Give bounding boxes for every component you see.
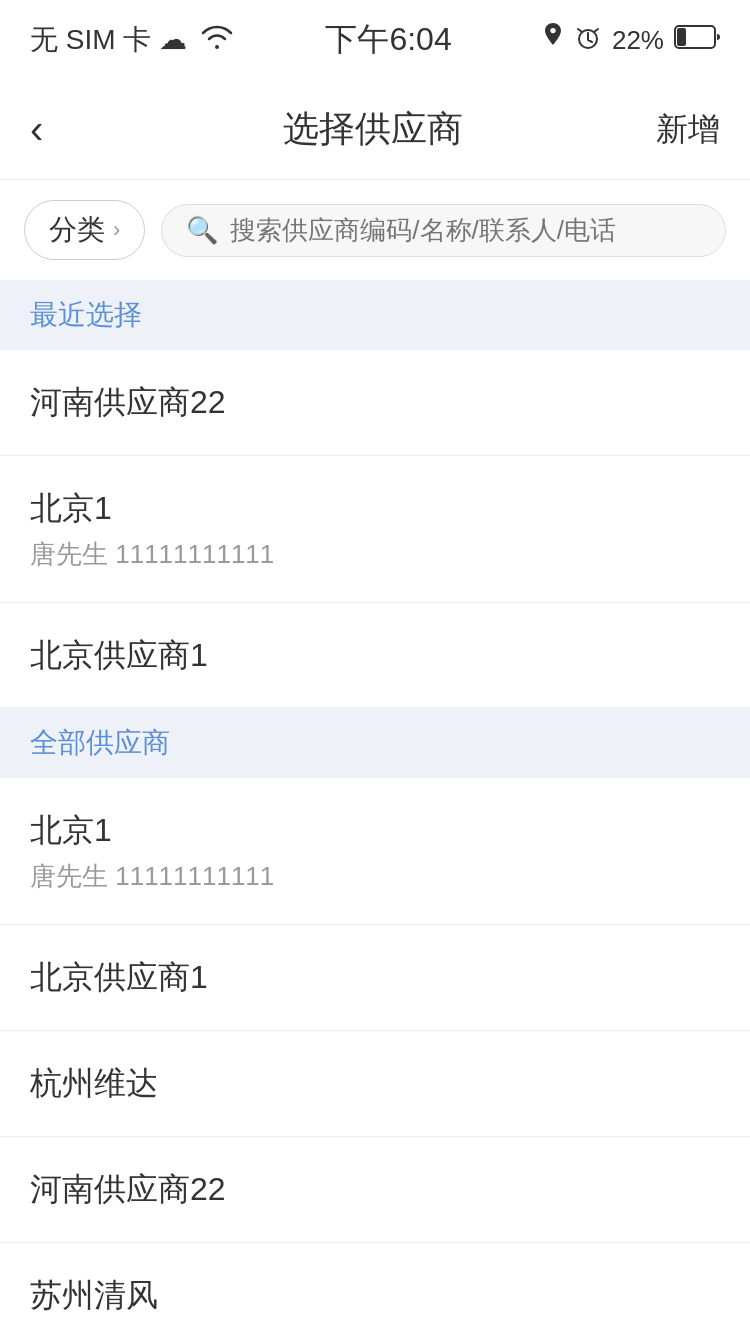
alarm-icon	[574, 23, 602, 58]
nav-bar: ‹ 选择供应商 新增	[0, 80, 750, 180]
search-box[interactable]: 🔍	[161, 204, 726, 257]
status-bar: 无 SIM 卡 ☁ 下午6:04 22%	[0, 0, 750, 80]
status-right: 22%	[542, 23, 720, 58]
list-item[interactable]: 河南供应商22	[0, 1137, 750, 1243]
list-item[interactable]: 北京供应商1	[0, 603, 750, 709]
item-sub: 唐先生 11111111111	[30, 859, 720, 894]
filter-bar: 分类 › 🔍	[0, 180, 750, 280]
battery-label: 22%	[612, 25, 664, 56]
page-title: 选择供应商	[283, 105, 463, 154]
item-name: 河南供应商22	[30, 380, 720, 425]
location-icon	[542, 23, 564, 58]
status-left: 无 SIM 卡 ☁	[30, 21, 235, 59]
item-name: 北京1	[30, 486, 720, 531]
back-button[interactable]: ‹	[30, 107, 90, 152]
sim-label: 无 SIM 卡 ☁	[30, 21, 187, 59]
list-item[interactable]: 北京1 唐先生 11111111111	[0, 456, 750, 603]
item-name: 苏州清风	[30, 1273, 720, 1318]
battery-icon	[674, 25, 720, 56]
search-input[interactable]	[230, 215, 701, 246]
list-item[interactable]: 河南供应商22	[0, 350, 750, 456]
wifi-icon	[199, 23, 235, 58]
list-item[interactable]: 苏州清风	[0, 1243, 750, 1334]
section-header-recent: 最近选择	[0, 280, 750, 350]
item-name: 河南供应商22	[30, 1167, 720, 1212]
item-name: 北京供应商1	[30, 955, 720, 1000]
item-sub: 唐先生 11111111111	[30, 537, 720, 572]
category-button[interactable]: 分类 ›	[24, 200, 145, 260]
section-header-all: 全部供应商	[0, 708, 750, 778]
list-item[interactable]: 北京供应商1	[0, 925, 750, 1031]
svg-rect-2	[677, 28, 686, 46]
list-item[interactable]: 杭州维达	[0, 1031, 750, 1137]
category-label: 分类	[49, 211, 105, 249]
add-button[interactable]: 新增	[656, 108, 720, 152]
status-time: 下午6:04	[325, 18, 451, 62]
item-name: 北京1	[30, 808, 720, 853]
search-icon: 🔍	[186, 215, 218, 246]
chevron-right-icon: ›	[113, 217, 120, 243]
sections-container: 最近选择河南供应商22 北京1 唐先生 11111111111 北京供应商1 全部供应商…	[0, 280, 750, 1334]
list-item[interactable]: 北京1 唐先生 11111111111	[0, 778, 750, 925]
item-name: 北京供应商1	[30, 633, 720, 678]
item-name: 杭州维达	[30, 1061, 720, 1106]
